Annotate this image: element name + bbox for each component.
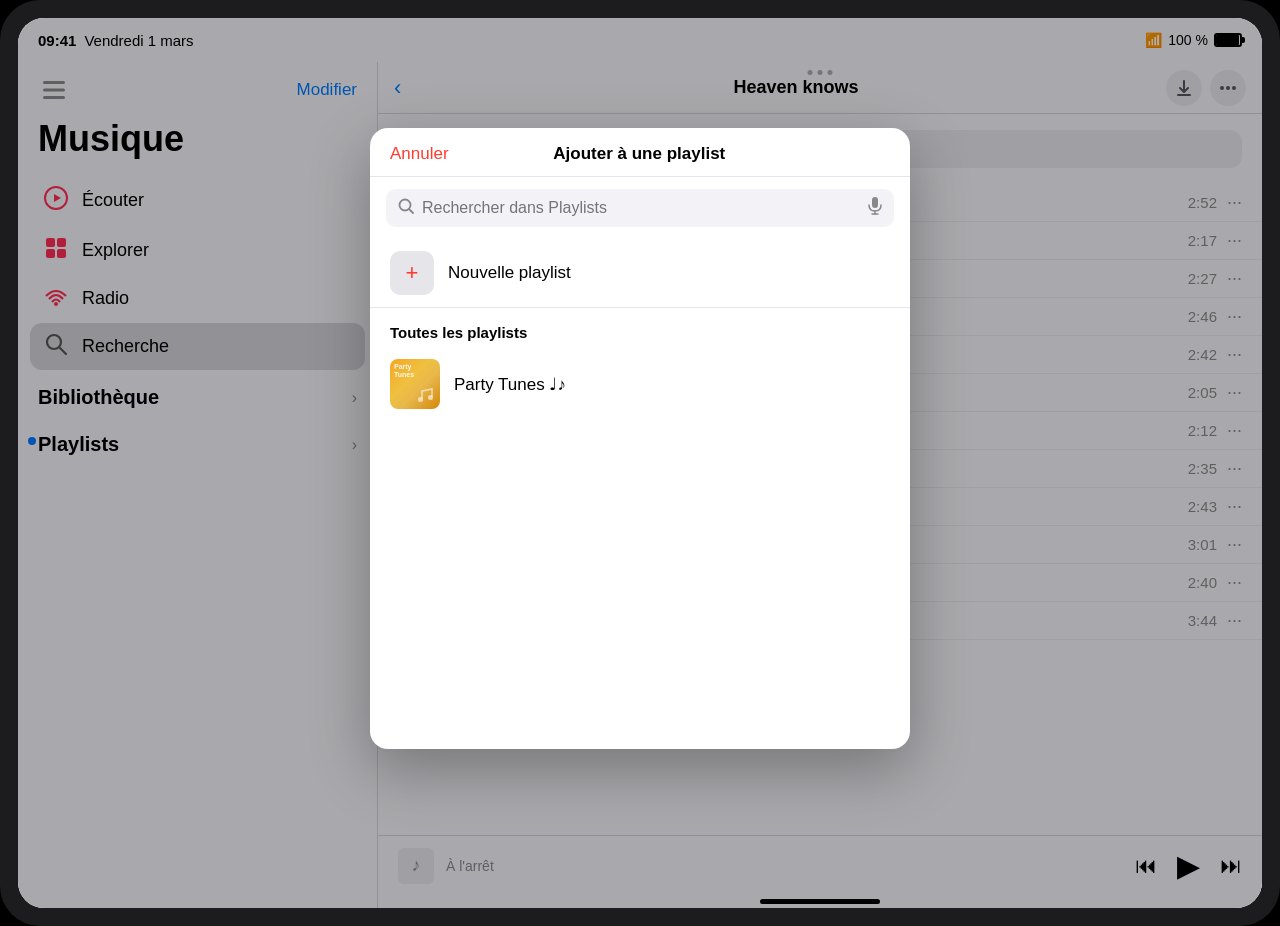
svg-point-23: [428, 395, 433, 400]
new-playlist-row[interactable]: + Nouvelle playlist: [370, 239, 910, 308]
playlist-thumb-label: PartyTunes: [394, 363, 414, 380]
search-icon: [398, 198, 414, 218]
modal-title: Ajouter à une playlist: [553, 144, 725, 164]
playlist-name: Party Tunes ♩♪: [454, 374, 566, 395]
microphone-icon[interactable]: [868, 197, 882, 219]
cancel-button[interactable]: Annuler: [390, 144, 449, 164]
playlist-search-bar[interactable]: [386, 189, 894, 227]
screen: 09:41 Vendredi 1 mars 📶 100 %: [18, 18, 1262, 908]
add-to-playlist-modal: Annuler Ajouter à une playlist: [370, 128, 910, 749]
svg-line-18: [409, 209, 413, 213]
all-playlists-header: Toutes les playlists: [370, 308, 910, 349]
plus-icon: +: [390, 251, 434, 295]
modal-body: PartyTunes Party Tunes ♩♪: [370, 349, 910, 749]
playlist-item-party-tunes[interactable]: PartyTunes Party Tunes ♩♪: [370, 349, 910, 419]
search-input[interactable]: [422, 199, 860, 217]
playlist-thumbnail: PartyTunes: [390, 359, 440, 409]
svg-point-22: [418, 397, 423, 402]
modal-header: Annuler Ajouter à une playlist: [370, 128, 910, 177]
ipad-frame: 09:41 Vendredi 1 mars 📶 100 %: [0, 0, 1280, 926]
new-playlist-label: Nouvelle playlist: [448, 263, 571, 283]
playlist-thumb-inner: PartyTunes: [390, 359, 440, 409]
svg-rect-19: [872, 197, 878, 208]
